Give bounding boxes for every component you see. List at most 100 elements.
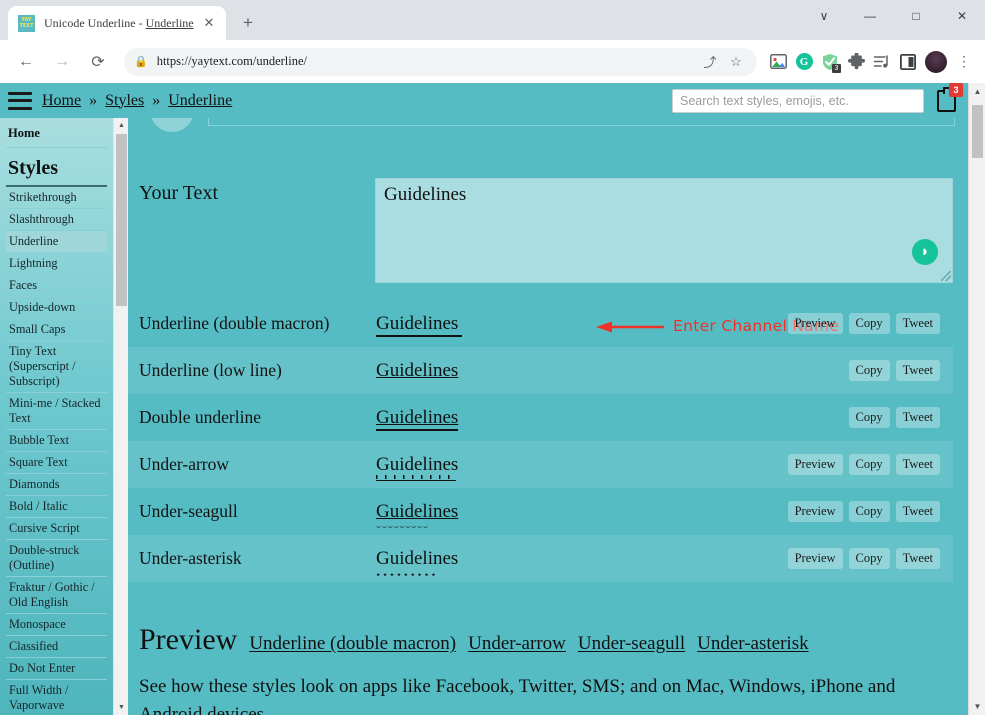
sidebar-item-full-width-vaporwave[interactable]: Full Width / Vaporwave: [6, 680, 107, 715]
grammarly-extension-icon[interactable]: G: [791, 48, 817, 76]
site-header: Home » Styles » Underline 3: [0, 83, 968, 118]
profile-avatar[interactable]: [925, 50, 947, 73]
header-right-group: 3: [672, 83, 968, 113]
preview-link[interactable]: Under-seagull: [578, 633, 685, 655]
sidebar-item-list: Strikethrough Slashthrough Underline Lightn…: [6, 187, 107, 715]
back-arrow-icon[interactable]: ←: [12, 48, 40, 76]
maximize-button[interactable]: □: [893, 0, 939, 32]
tweet-button[interactable]: Tweet: [895, 548, 940, 569]
sidebar-item-square-text[interactable]: Square Text: [6, 452, 107, 474]
gallery-extension-icon[interactable]: [765, 48, 791, 76]
browser-tab[interactable]: YAY TEXT Unicode Underline - Underline ✕: [8, 6, 226, 40]
sidebar-item-classified[interactable]: Classified: [6, 636, 107, 658]
copy-button[interactable]: Copy: [848, 313, 890, 334]
sidebar-item-fraktur-gothic-old-english[interactable]: Fraktur / Gothic / Old English: [6, 577, 107, 614]
tab-search-chevron-down-icon[interactable]: ∨: [801, 0, 847, 32]
preview-button[interactable]: Preview: [787, 454, 843, 475]
minimize-button[interactable]: —: [847, 0, 893, 32]
sidebar-item-cursive-script[interactable]: Cursive Script: [6, 518, 107, 540]
copy-button[interactable]: Copy: [848, 360, 890, 381]
style-row-actions: PreviewCopyTweet: [787, 454, 953, 475]
favicon-line-2: TEXT: [19, 23, 34, 29]
sidebar-item-bubble-text[interactable]: Bubble Text: [6, 430, 107, 452]
close-tab-icon[interactable]: ✕: [200, 14, 218, 32]
preview-link[interactable]: Under-arrow: [468, 633, 566, 655]
sidebar-nav: Home Styles Strikethrough Slashthrough Und…: [0, 118, 128, 715]
copy-button[interactable]: Copy: [848, 501, 890, 522]
style-row-sample: Guidelines: [376, 360, 788, 382]
preview-link[interactable]: Under-asterisk: [697, 633, 808, 655]
sidebar-item-slashthrough[interactable]: Slashthrough: [6, 209, 107, 231]
sidebar-item-home[interactable]: Home: [6, 118, 107, 148]
sidebar-scroll-down-icon[interactable]: ▼: [114, 700, 129, 715]
new-tab-button[interactable]: +: [234, 9, 262, 37]
side-panel-icon[interactable]: [895, 48, 921, 76]
tab-title-underlined: Underline: [145, 15, 194, 30]
reload-icon[interactable]: ⟳: [84, 48, 112, 76]
sidebar-item-label: Strikethrough: [9, 190, 77, 204]
page-scrollbar[interactable]: ▲ ▼: [968, 83, 985, 715]
sidebar-item-upside-down[interactable]: Upside-down: [6, 297, 107, 319]
sidebar-item-strikethrough[interactable]: Strikethrough: [6, 187, 107, 209]
style-row: Under-arrow Guidelines Preview Copy Tweet: [128, 441, 953, 488]
breadcrumb-home-link[interactable]: Home: [42, 92, 81, 109]
sidebar-scroll-up-icon[interactable]: ▲: [114, 118, 129, 133]
sidebar-item-diamonds[interactable]: Diamonds: [6, 474, 107, 496]
preview-button[interactable]: Preview: [787, 548, 843, 569]
style-row-label: Underline (double macron): [139, 313, 330, 333]
puzzle-glyph: [847, 53, 865, 70]
sidebar-item-tiny-text-superscript-subscript[interactable]: Tiny Text (Superscript / Subscript): [6, 341, 107, 393]
sidebar-scrollbar[interactable]: ▲ ▼: [113, 118, 128, 715]
tweet-button[interactable]: Tweet: [895, 407, 940, 428]
sidebar-item-do-not-enter[interactable]: Do Not Enter: [6, 658, 107, 680]
puzzle-extensions-icon[interactable]: [843, 48, 869, 76]
sidebar-item-monospace[interactable]: Monospace: [6, 614, 107, 636]
page-scrollbar-thumb[interactable]: [972, 105, 983, 158]
page-scroll-up-icon[interactable]: ▲: [969, 83, 985, 100]
forward-arrow-icon[interactable]: →: [48, 48, 76, 76]
breadcrumb-underline-link[interactable]: Underline: [168, 92, 232, 109]
textarea-resize-handle[interactable]: [941, 271, 951, 281]
playlist-extension-icon[interactable]: [869, 48, 895, 76]
preview-link[interactable]: Underline (double macron): [249, 633, 456, 655]
search-input[interactable]: [672, 88, 924, 113]
tweet-button[interactable]: Tweet: [895, 360, 940, 381]
copy-button[interactable]: Copy: [848, 407, 890, 428]
share-icon[interactable]: ⤴: [699, 51, 721, 73]
clipboard-button[interactable]: 3: [937, 83, 963, 112]
yaytext-favicon-icon: YAY TEXT: [18, 14, 35, 32]
sidebar-item-small-caps[interactable]: Small Caps: [6, 319, 107, 341]
preview-button[interactable]: Preview: [787, 501, 843, 522]
tab-title-plain: Unicode Underline -: [44, 15, 146, 30]
sidebar-item-faces[interactable]: Faces: [6, 275, 107, 297]
breadcrumb-styles-link[interactable]: Styles: [105, 92, 144, 109]
sidebar-item-bold-italic[interactable]: Bold / Italic: [6, 496, 107, 518]
tweet-button[interactable]: Tweet: [895, 313, 940, 334]
sidebar-item-lightning[interactable]: Lightning: [6, 253, 107, 275]
chrome-menu-icon[interactable]: ⋮: [951, 48, 977, 76]
page-scroll-down-icon[interactable]: ▼: [969, 698, 985, 715]
preview-button[interactable]: Preview: [787, 313, 843, 334]
copy-button[interactable]: Copy: [848, 454, 890, 475]
sidebar-item-label: Underline: [9, 234, 59, 248]
grammarly-status-icon[interactable]: ◗: [912, 239, 938, 265]
your-text-input[interactable]: [375, 178, 953, 283]
sidebar-item-double-struck-outline[interactable]: Double-struck (Outline): [6, 540, 107, 577]
sidebar-item-mini-me-stacked-text[interactable]: Mini-me / Stacked Text: [6, 393, 107, 430]
close-window-button[interactable]: ✕: [939, 0, 985, 32]
style-row-label: Double underline: [139, 407, 261, 427]
shield-count-badge: 3: [832, 63, 841, 73]
style-sample-text: Guidelines: [376, 312, 463, 337]
sidebar-scrollbar-thumb[interactable]: [116, 134, 127, 306]
your-text-field-wrap: ◗: [375, 178, 953, 283]
hamburger-menu-icon[interactable]: [8, 91, 32, 110]
tweet-button[interactable]: Tweet: [895, 454, 940, 475]
copy-button[interactable]: Copy: [848, 548, 890, 569]
address-bar[interactable]: 🔒 https://yaytext.com/underline/ ⤴ ☆: [124, 47, 757, 76]
adblock-shield-extension-icon[interactable]: 3: [817, 48, 843, 76]
style-row-actions: PreviewCopyTweet: [788, 407, 953, 428]
sidebar-item-underline[interactable]: Underline: [6, 231, 107, 253]
bookmark-star-icon[interactable]: ☆: [725, 51, 747, 73]
tweet-button[interactable]: Tweet: [895, 501, 940, 522]
sidebar-item-label: Upside-down: [9, 300, 76, 314]
